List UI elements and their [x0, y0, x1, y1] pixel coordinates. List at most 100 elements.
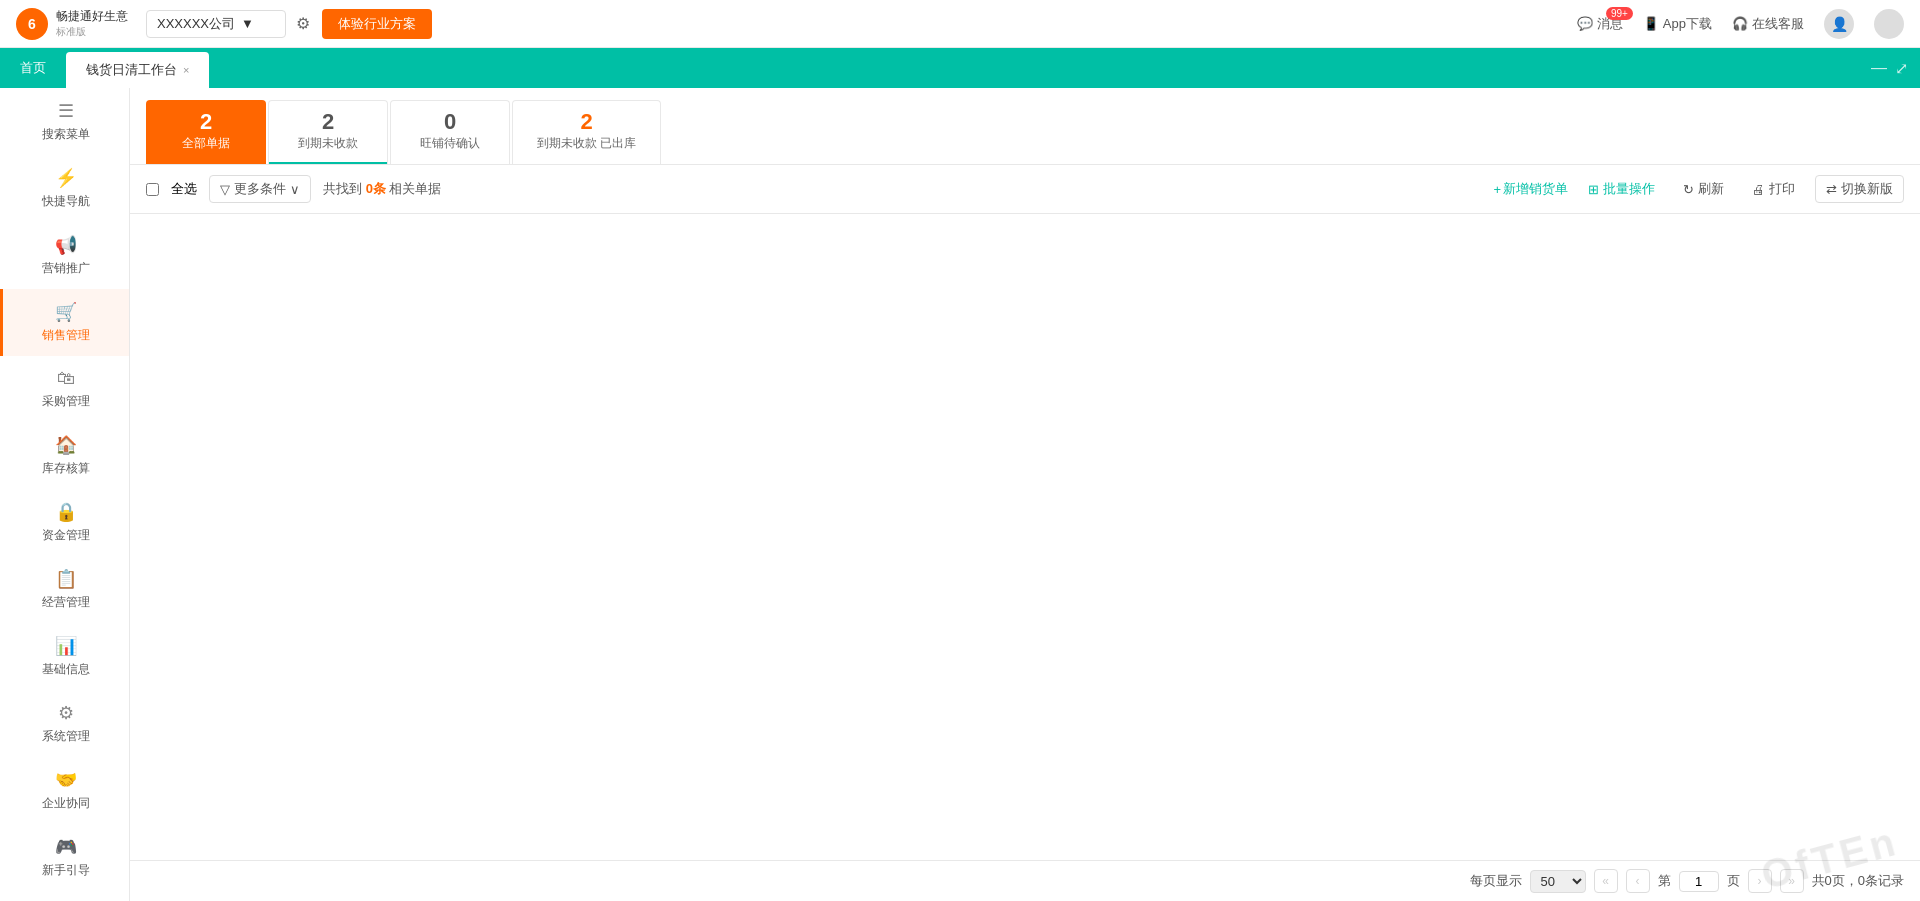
tab-bar-actions: — ⤢	[1871, 59, 1920, 78]
avatar-icon: 👤	[1831, 16, 1848, 32]
sidebar-item-app-center[interactable]: 📦 应用中心	[0, 891, 129, 901]
stat-pending-label: 旺铺待确认	[420, 136, 480, 150]
company-selector[interactable]: XXXXXX公司 ▼	[146, 10, 286, 38]
last-page-button[interactable]: »	[1780, 869, 1804, 893]
stat-shipped-num: 2	[537, 109, 636, 135]
content-area: 2 全部单据 2 到期未收款 0 旺铺待确认 2 到期未收款 已出库 全选 ▽	[130, 88, 1920, 901]
sidebar-item-sales[interactable]: 🛒 销售管理	[0, 289, 129, 356]
pagination-bar: 每页显示 50 10 20 100 « ‹ 第 页 › » 共0页，0条记录	[130, 860, 1920, 901]
sidebar-item-operation[interactable]: 📋 经营管理	[0, 556, 129, 623]
purchase-icon: 🛍	[57, 368, 75, 389]
avatar[interactable]: 👤	[1824, 9, 1854, 39]
tab-bar: 首页 钱货日清工作台 × — ⤢	[0, 48, 1920, 88]
stat-tab-shipped[interactable]: 2 到期未收款 已出库	[512, 100, 661, 164]
tab-active[interactable]: 钱货日清工作台 ×	[66, 52, 209, 88]
stat-overdue-label: 到期未收款	[298, 136, 358, 150]
app-download-label: App下载	[1663, 15, 1712, 33]
basic-info-icon: 📊	[55, 635, 77, 657]
next-page-button[interactable]: ›	[1748, 869, 1772, 893]
message-icon: 💬	[1577, 16, 1593, 31]
stat-shipped-label: 到期未收款 已出库	[537, 136, 636, 150]
sidebar-label-inventory: 库存核算	[42, 460, 90, 477]
sidebar-label-sales: 销售管理	[42, 327, 90, 344]
sidebar-label-search-menu: 搜索菜单	[42, 126, 90, 143]
trial-button[interactable]: 体验行业方案	[322, 9, 432, 39]
capital-icon: 🔒	[55, 501, 77, 523]
page-suffix: 页	[1727, 872, 1740, 890]
select-all-checkbox[interactable]	[146, 183, 159, 196]
message-item[interactable]: 💬 消息 99+	[1577, 15, 1623, 33]
filter-label: 更多条件	[234, 180, 286, 198]
stat-overdue-num: 2	[293, 109, 363, 135]
print-button[interactable]: 🖨 打印	[1744, 176, 1803, 202]
new-sales-button[interactable]: + 新增销货单	[1493, 180, 1568, 198]
page-input[interactable]	[1679, 871, 1719, 892]
sidebar: ☰ 搜索菜单 ⚡ 快捷导航 📢 营销推广 🛒 销售管理 🛍 采购管理 🏠 库存核…	[0, 88, 130, 901]
batch-operation-button[interactable]: ⊞ 批量操作	[1580, 176, 1663, 202]
sidebar-label-guide: 新手引导	[42, 862, 90, 879]
sidebar-item-inventory[interactable]: 🏠 库存核算	[0, 422, 129, 489]
new-sales-label: 新增销货单	[1503, 180, 1568, 198]
window-maximize-icon[interactable]: ⤢	[1895, 59, 1908, 78]
sidebar-label-quick-nav: 快捷导航	[42, 193, 90, 210]
settings-icon[interactable]: ⚙	[296, 14, 310, 33]
online-service-item[interactable]: 🎧 在线客服	[1732, 15, 1804, 33]
plus-icon: +	[1493, 182, 1501, 197]
first-page-button[interactable]: «	[1594, 869, 1618, 893]
print-icon: 🖨	[1752, 182, 1765, 197]
batch-label: 批量操作	[1603, 180, 1655, 198]
sidebar-label-cooperation: 企业协同	[42, 795, 90, 812]
stats-tabs: 2 全部单据 2 到期未收款 0 旺铺待确认 2 到期未收款 已出库	[130, 88, 1920, 165]
top-bar: 6 畅捷通好生意 标准版 XXXXXX公司 ▼ ⚙ 体验行业方案 💬 消息 99…	[0, 0, 1920, 48]
switch-new-version-button[interactable]: ⇄ 切换新版	[1815, 175, 1904, 203]
refresh-button[interactable]: ↻ 刷新	[1675, 176, 1732, 202]
batch-icon: ⊞	[1588, 182, 1599, 197]
filter-button[interactable]: ▽ 更多条件 ∨	[209, 175, 311, 203]
filter-chevron: ∨	[290, 182, 300, 197]
cooperation-icon: 🤝	[55, 769, 77, 791]
tab-home[interactable]: 首页	[0, 48, 66, 88]
app-download-item[interactable]: 📱 App下载	[1643, 15, 1712, 33]
window-minimize-icon[interactable]: —	[1871, 59, 1887, 77]
quick-nav-icon: ⚡	[55, 167, 77, 189]
table-area	[130, 214, 1920, 860]
chevron-down-icon: ▼	[241, 16, 254, 31]
per-page-select[interactable]: 50 10 20 100	[1530, 870, 1586, 893]
filter-icon: ▽	[220, 182, 230, 197]
close-icon[interactable]: ×	[183, 64, 189, 76]
found-text: 共找到 0条 相关单据	[323, 180, 441, 198]
sales-icon: 🛒	[55, 301, 77, 323]
stat-tab-all[interactable]: 2 全部单据	[146, 100, 266, 164]
refresh-label: 刷新	[1698, 180, 1724, 198]
stat-tab-overdue[interactable]: 2 到期未收款	[268, 100, 388, 164]
stat-pending-num: 0	[415, 109, 485, 135]
stat-all-num: 2	[171, 109, 241, 135]
sidebar-item-purchase[interactable]: 🛍 采购管理	[0, 356, 129, 422]
sidebar-item-cooperation[interactable]: 🤝 企业协同	[0, 757, 129, 824]
sidebar-item-quick-nav[interactable]: ⚡ 快捷导航	[0, 155, 129, 222]
top-right-area: 💬 消息 99+ 📱 App下载 🎧 在线客服 👤	[1577, 9, 1904, 39]
guide-icon: 🎮	[55, 836, 77, 858]
found-count: 0条	[366, 181, 386, 196]
sidebar-item-search-menu[interactable]: ☰ 搜索菜单	[0, 88, 129, 155]
prev-page-button[interactable]: ‹	[1626, 869, 1650, 893]
system-icon: ⚙	[58, 702, 74, 724]
tab-active-label: 钱货日清工作台	[86, 61, 177, 79]
sidebar-item-marketing[interactable]: 📢 营销推广	[0, 222, 129, 289]
stat-tab-pending[interactable]: 0 旺铺待确认	[390, 100, 510, 164]
select-all-label: 全选	[171, 180, 197, 198]
operation-icon: 📋	[55, 568, 77, 590]
sidebar-item-system[interactable]: ⚙ 系统管理	[0, 690, 129, 757]
app-download-icon: 📱	[1643, 16, 1659, 31]
sidebar-item-basic-info[interactable]: 📊 基础信息	[0, 623, 129, 690]
sidebar-item-guide[interactable]: 🎮 新手引导	[0, 824, 129, 891]
switch-label: 切换新版	[1841, 180, 1893, 198]
sidebar-item-capital[interactable]: 🔒 资金管理	[0, 489, 129, 556]
sidebar-label-capital: 资金管理	[42, 527, 90, 544]
logo-icon: 6	[16, 8, 48, 40]
total-label: 共0页，0条记录	[1812, 872, 1904, 890]
print-label: 打印	[1769, 180, 1795, 198]
online-service-label: 在线客服	[1752, 15, 1804, 33]
refresh-icon: ↻	[1683, 182, 1694, 197]
message-badge: 99+	[1606, 7, 1633, 20]
